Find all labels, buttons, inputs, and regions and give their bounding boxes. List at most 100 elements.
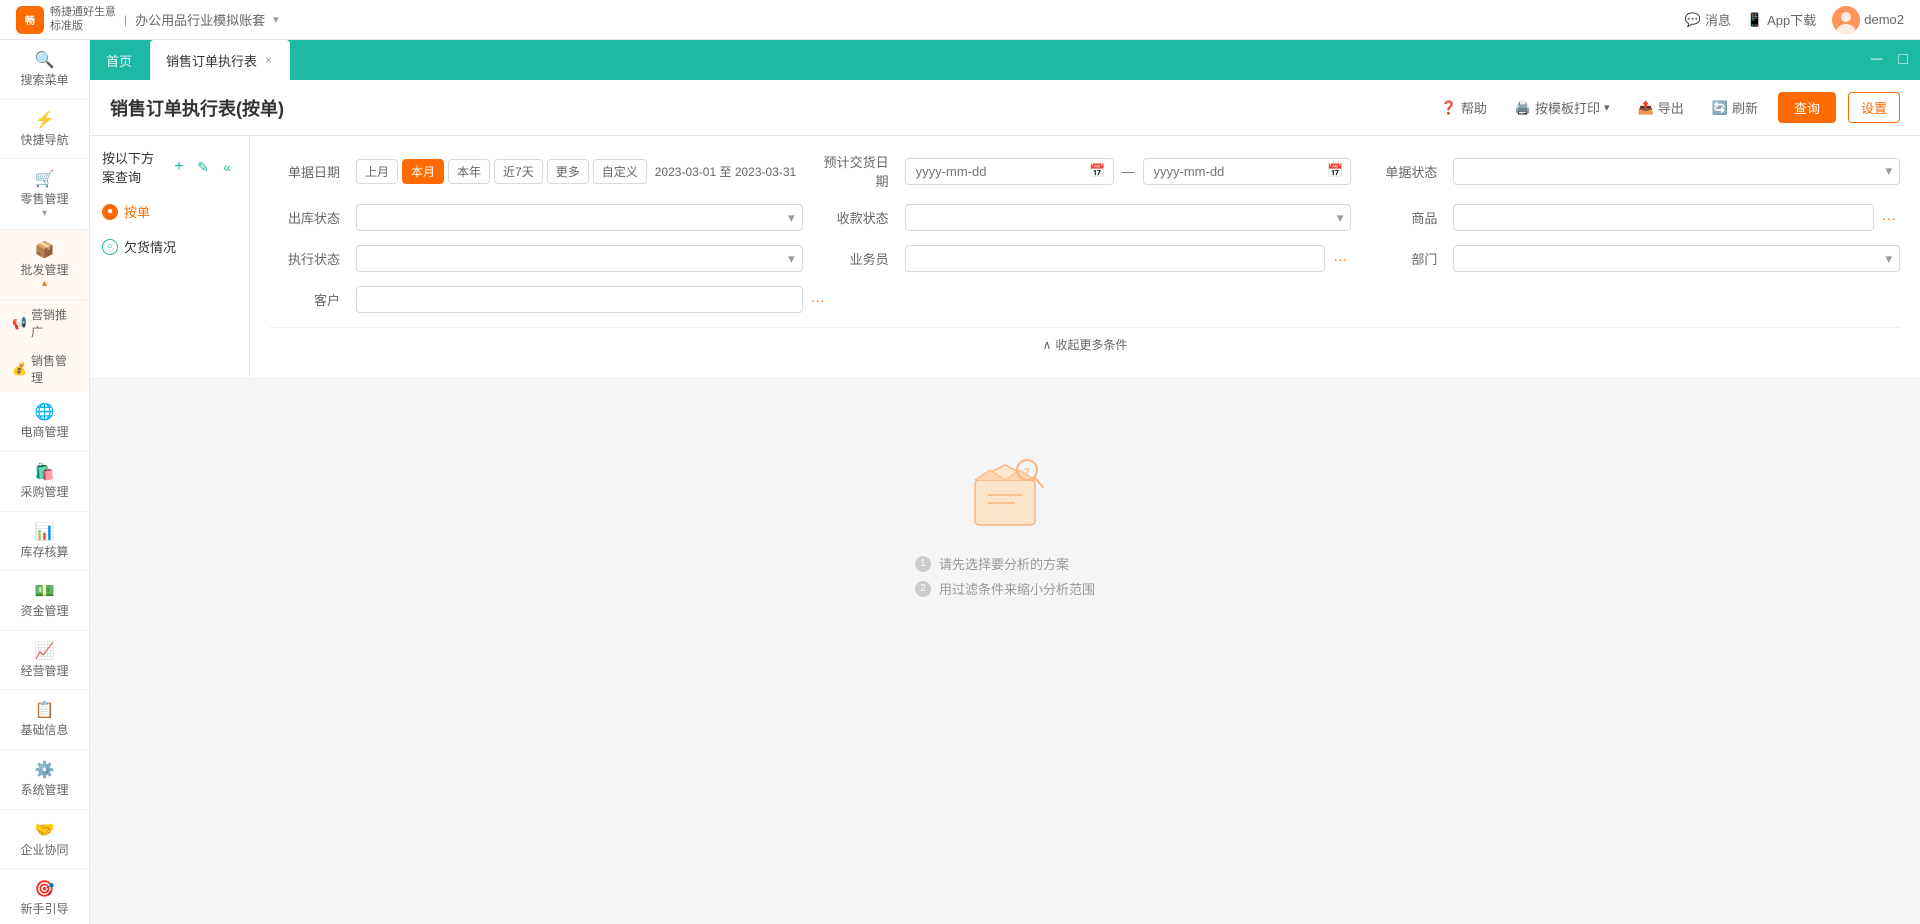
sidebar-item-inventory[interactable]: 📊 库存核算 — [0, 512, 89, 572]
breadcrumb-separator: | — [124, 13, 127, 27]
department-label: 部门 — [1367, 249, 1437, 268]
collection-label: 收款状态 — [819, 208, 889, 227]
date-label: 单据日期 — [270, 162, 340, 181]
expected-start-input[interactable] — [905, 158, 1114, 185]
template-print-button[interactable]: 🖨️ 按模板打印 ▾ — [1507, 94, 1618, 121]
sidebar-item-new-guide[interactable]: 🎯 新手引导 — [0, 869, 89, 924]
sidebar-sub-sales[interactable]: 💰 销售管理 — [0, 346, 89, 392]
department-wrapper: ▾ — [1453, 245, 1900, 272]
empty-tips: 1 请先选择要分析的方案 2 用过滤条件来缩小分析范围 — [915, 554, 1095, 598]
sidebar-item-retail[interactable]: 🛒 零售管理 ▾ — [0, 159, 89, 230]
message-button[interactable]: 💬 消息 — [1685, 10, 1731, 29]
wholesale-icon: 📦 — [35, 240, 55, 260]
empty-state: ? 1 请先选择要分析的方案 2 用过滤条件来缩小分析范围 — [90, 385, 1920, 658]
logo-area: 畅 畅捷通好生意 标准版 — [16, 6, 116, 34]
inventory-icon: 📊 — [35, 522, 55, 542]
execution-status-select[interactable] — [356, 245, 803, 272]
empty-tip-2: 2 用过滤条件来缩小分析范围 — [915, 579, 1095, 598]
sidebar-item-basic-info[interactable]: 📋 基础信息 — [0, 690, 89, 750]
settings-button[interactable]: 设置 — [1848, 92, 1900, 123]
retail-icon: 🛒 — [35, 169, 55, 189]
sidebar-item-finance[interactable]: 💵 资金管理 — [0, 571, 89, 631]
tab-bar: 首页 销售订单执行表 × ─ □ — [90, 40, 1920, 80]
main-panel: 按以下方案查询 + ✎ « ● 按单 ○ 欠货情况 — [90, 136, 1920, 377]
salesperson-ellipsis-icon[interactable]: ··· — [1329, 251, 1351, 267]
product-wrapper: ··· — [1453, 204, 1900, 231]
user-menu[interactable]: demo2 — [1832, 6, 1904, 34]
breadcrumb-dropdown-icon[interactable]: ▾ — [273, 13, 279, 26]
filter-row-2: 出库状态 ▾ 收款状态 ▾ — [270, 204, 1900, 231]
enterprise-icon: 🤝 — [35, 820, 55, 840]
app-download-button[interactable]: 📱 App下载 — [1747, 10, 1816, 29]
quick-nav-icon: ⚡ — [35, 110, 55, 130]
scheme-edit-button[interactable]: ✎ — [193, 157, 213, 177]
window-maximize-button[interactable]: □ — [1894, 47, 1912, 73]
tab-close-icon[interactable]: × — [263, 51, 274, 69]
collapse-up-icon: ∧ — [1043, 338, 1052, 352]
date-btn-this-month[interactable]: 本月 — [402, 159, 444, 184]
collapse-button[interactable]: ∧ 收起更多条件 — [270, 327, 1900, 361]
expected-start-wrapper: 📅 — [905, 158, 1114, 185]
customer-input[interactable] — [356, 286, 803, 313]
scheme-header: 按以下方案查询 + ✎ « — [90, 148, 249, 194]
purchase-icon: 🛍️ — [35, 462, 55, 482]
date-btn-last-month[interactable]: 上月 — [356, 159, 398, 184]
date-btn-custom[interactable]: 自定义 — [593, 159, 647, 184]
outbound-label: 出库状态 — [270, 208, 340, 227]
query-button[interactable]: 查询 — [1778, 92, 1836, 123]
breadcrumb: 办公用品行业模拟账套 — [135, 10, 265, 29]
doc-status-label: 单据状态 — [1367, 162, 1437, 181]
collection-status-select[interactable] — [905, 204, 1352, 231]
sidebar-item-system[interactable]: ⚙️ 系统管理 — [0, 750, 89, 810]
date-quick-buttons: 上月 本月 本年 近7天 更多 自定义 — [356, 159, 647, 184]
salesperson-label: 业务员 — [819, 249, 889, 268]
date-btn-this-year[interactable]: 本年 — [448, 159, 490, 184]
outbound-status-select[interactable] — [356, 204, 803, 231]
filter-row-3: 执行状态 ▾ 业务员 ··· 部门 — [270, 245, 1900, 272]
sidebar-item-quick-nav[interactable]: ⚡ 快捷导航 — [0, 100, 89, 160]
avatar — [1832, 6, 1860, 34]
sidebar-item-ecommerce[interactable]: 🌐 电商管理 — [0, 392, 89, 452]
product-input[interactable] — [1453, 204, 1874, 231]
scheme-collapse-button[interactable]: « — [217, 157, 237, 177]
refresh-button[interactable]: 🔄 刷新 — [1704, 94, 1766, 121]
salesperson-input[interactable] — [905, 245, 1326, 272]
header-left: 畅 畅捷通好生意 标准版 | 办公用品行业模拟账套 ▾ — [16, 6, 279, 34]
sidebar-item-purchase[interactable]: 🛍️ 采购管理 — [0, 452, 89, 512]
sidebar-item-wholesale[interactable]: 📦 批发管理 ▴ — [0, 230, 89, 301]
page-header: 销售订单执行表(按单) ❓ 帮助 🖨️ 按模板打印 ▾ 📤 导出 — [90, 80, 1920, 136]
sidebar-item-operation[interactable]: 📈 经营管理 — [0, 631, 89, 691]
page-content: 销售订单执行表(按单) ❓ 帮助 🖨️ 按模板打印 ▾ 📤 导出 — [90, 80, 1920, 924]
customer-ellipsis-icon[interactable]: ··· — [807, 292, 829, 308]
doc-status-select[interactable] — [1453, 158, 1900, 185]
date-separator: — — [1122, 164, 1135, 179]
sidebar-item-search-menu[interactable]: 🔍 搜索菜单 — [0, 40, 89, 100]
window-minimize-button[interactable]: ─ — [1867, 47, 1886, 73]
expected-end-input[interactable] — [1143, 158, 1352, 185]
print-arrow-icon: ▾ — [1604, 101, 1610, 114]
product-label: 商品 — [1367, 208, 1437, 227]
home-tab[interactable]: 首页 — [90, 40, 148, 80]
date-filter-control: 上月 本月 本年 近7天 更多 自定义 2023-03-01 至 2023-03… — [356, 159, 803, 184]
scheme-item-按单[interactable]: ● 按单 — [90, 194, 249, 229]
marketing-sub-icon: 📢 — [12, 316, 27, 330]
sidebar-sub-marketing[interactable]: 📢 营销推广 — [0, 300, 89, 346]
sidebar-item-enterprise[interactable]: 🤝 企业协同 — [0, 810, 89, 870]
department-select[interactable] — [1453, 245, 1900, 272]
help-button[interactable]: ❓ 帮助 — [1433, 94, 1495, 121]
sales-order-tab[interactable]: 销售订单执行表 × — [150, 40, 290, 80]
expected-end-wrapper: 📅 — [1143, 158, 1352, 185]
tip-number-1: 1 — [915, 556, 931, 572]
main-layout: 🔍 搜索菜单 ⚡ 快捷导航 🛒 零售管理 ▾ 📦 批发管理 ▴ 📢 营销推广 💰… — [0, 40, 1920, 924]
export-button[interactable]: 📤 导出 — [1630, 94, 1692, 121]
date-btn-more[interactable]: 更多 — [547, 159, 589, 184]
product-ellipsis-icon[interactable]: ··· — [1878, 210, 1900, 226]
print-icon: 🖨️ — [1515, 100, 1531, 116]
scheme-item-欠货情况[interactable]: ○ 欠货情况 — [90, 229, 249, 264]
scheme-add-button[interactable]: + — [169, 157, 189, 177]
top-header: 畅 畅捷通好生意 标准版 | 办公用品行业模拟账套 ▾ 💬 消息 📱 App下载… — [0, 0, 1920, 40]
system-icon: ⚙️ — [35, 760, 55, 780]
basic-info-icon: 📋 — [35, 700, 55, 720]
date-btn-7days[interactable]: 近7天 — [494, 159, 543, 184]
sidebar: 🔍 搜索菜单 ⚡ 快捷导航 🛒 零售管理 ▾ 📦 批发管理 ▴ 📢 营销推广 💰… — [0, 40, 90, 924]
